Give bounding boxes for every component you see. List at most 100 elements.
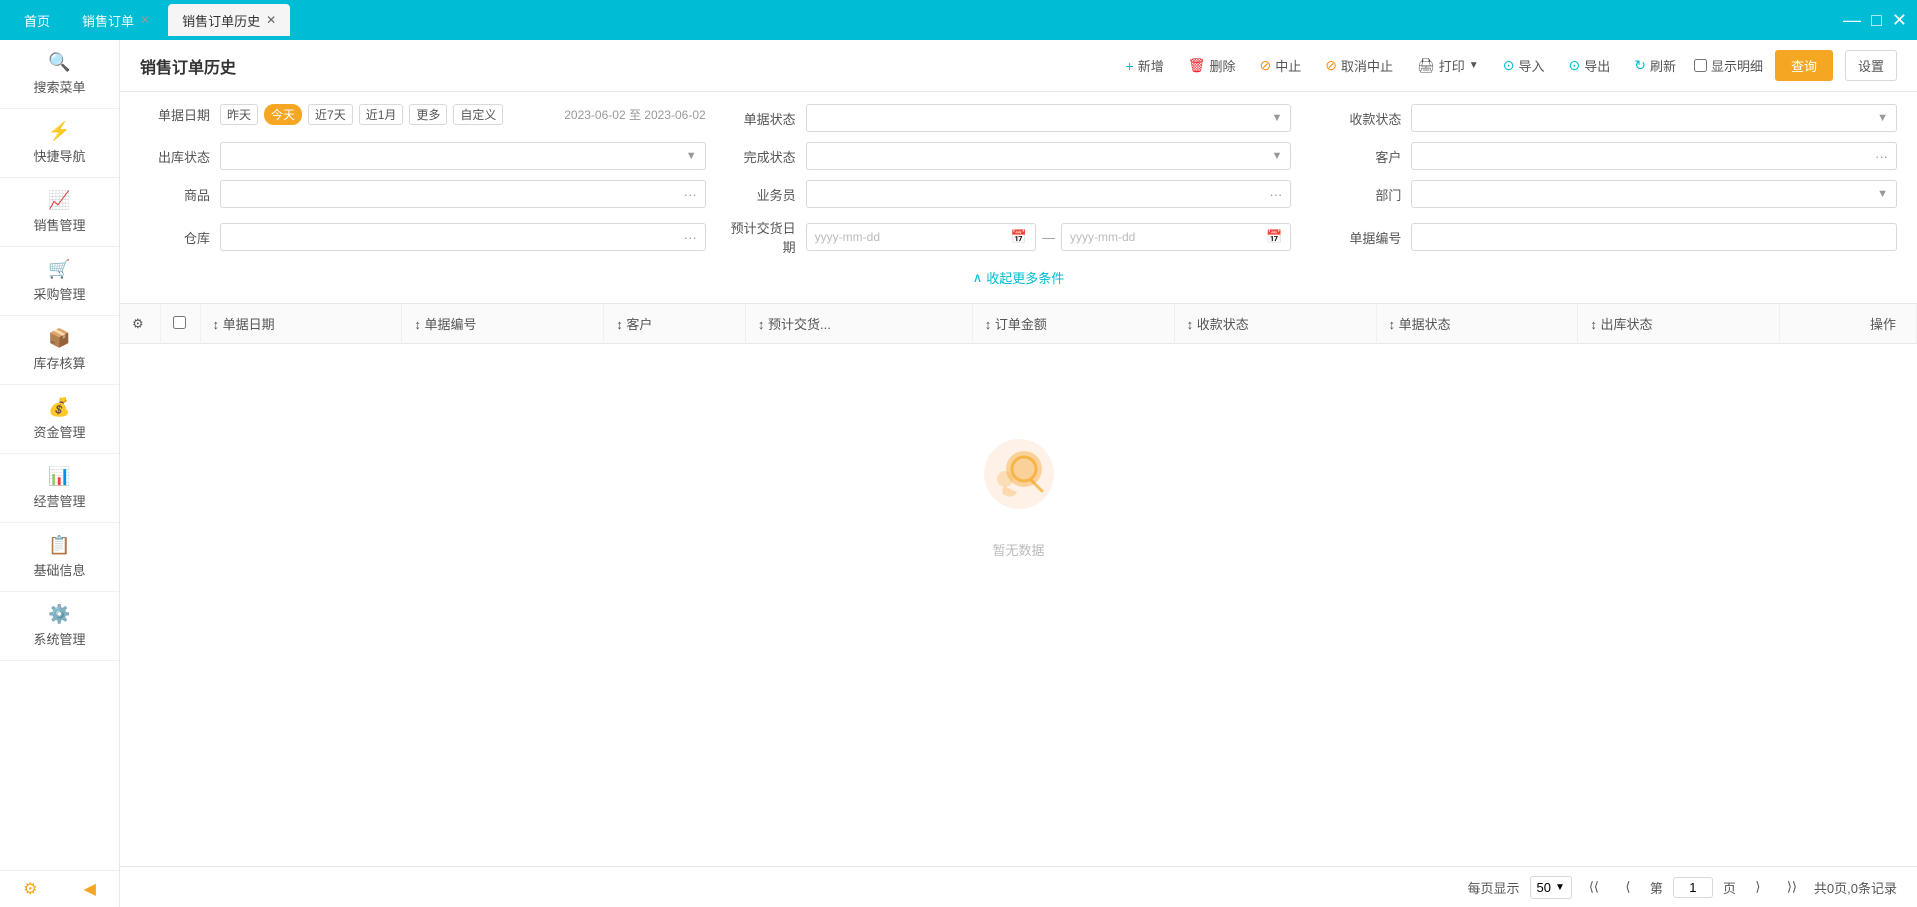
sidebar-item-search-menu-label: 搜索菜单	[33, 77, 85, 96]
th-date-label: 单据日期	[223, 317, 275, 332]
sidebar-item-finance[interactable]: 💰 资金管理	[0, 385, 119, 454]
settings-bottom-icon[interactable]: ⚙	[23, 879, 37, 899]
date-btn-more[interactable]: 更多	[409, 104, 447, 125]
order-status-arrow-icon: ▼	[1271, 112, 1282, 124]
display-detail-input[interactable]	[1694, 59, 1707, 72]
th-delivery[interactable]: ↕ 预计交货...	[745, 304, 972, 344]
complete-status-label: 完成状态	[726, 147, 806, 166]
order-status-select[interactable]: ▼	[806, 104, 1292, 132]
stop-button[interactable]: ⊘ 中止	[1254, 52, 1308, 79]
export-button[interactable]: ⊙ 导出	[1562, 52, 1616, 79]
th-order-status-label: 单据状态	[1399, 317, 1451, 332]
th-customer[interactable]: ↕ 客户	[604, 304, 746, 344]
collapse-up-icon: ∧	[973, 270, 983, 286]
import-icon: ⊙	[1503, 57, 1515, 74]
quick-nav-icon: ⚡	[48, 121, 70, 142]
th-order-status[interactable]: ↕ 单据状态	[1376, 304, 1578, 344]
refresh-button[interactable]: ↻ 刷新	[1628, 52, 1682, 79]
print-icon: 🖨	[1417, 57, 1435, 74]
sidebar-item-system[interactable]: ⚙️ 系统管理	[0, 592, 119, 661]
date-range: 2023-06-02 至 2023-06-02	[564, 106, 705, 123]
delete-button[interactable]: 🗑 删除	[1182, 52, 1242, 79]
import-label: 导入	[1518, 56, 1544, 75]
cancel-button[interactable]: ⊘ 取消中止	[1319, 52, 1399, 79]
th-settings[interactable]: ⚙	[120, 304, 160, 344]
query-button[interactable]: 查询	[1775, 50, 1833, 81]
date-btn-custom[interactable]: 自定义	[453, 104, 503, 125]
th-action: 操作	[1780, 304, 1917, 344]
order-number-label: 单据编号	[1331, 228, 1411, 247]
sidebar-item-operations[interactable]: 📊 经营管理	[0, 454, 119, 523]
payment-status-select[interactable]: ▼	[1411, 104, 1897, 132]
th-stock-out[interactable]: ↕ 出库状态	[1578, 304, 1780, 344]
tab-home[interactable]: 首页	[10, 4, 64, 36]
select-all-checkbox[interactable]	[173, 316, 186, 329]
pagination: 每页显示 50 ▼ ⟨⟨ ⟨ 第 页 ⟩ ⟩⟩ 共0页,0条记录	[120, 866, 1917, 907]
payment-status-label: 收款状态	[1331, 109, 1411, 128]
finance-icon: 💰	[48, 397, 70, 418]
prev-page-button[interactable]: ⟨	[1616, 875, 1640, 899]
next-page-button[interactable]: ⟩	[1746, 875, 1770, 899]
date-btn-7days[interactable]: 近7天	[308, 104, 353, 125]
salesperson-label: 业务员	[726, 185, 806, 204]
page-input[interactable]	[1673, 877, 1713, 898]
tab-sales-order-close[interactable]: ✕	[140, 13, 150, 27]
import-button[interactable]: ⊙ 导入	[1497, 52, 1551, 79]
maximize-icon[interactable]: □	[1871, 10, 1882, 31]
order-number-input[interactable]	[1411, 223, 1897, 251]
print-button[interactable]: 🖨 打印 ▼	[1411, 52, 1485, 79]
sidebar-item-basic-info[interactable]: 📋 基础信息	[0, 523, 119, 592]
sidebar: 🔍 搜索菜单 ⚡ 快捷导航 📈 销售管理 🛒 采购管理 📦 库存核算 💰 资金管…	[0, 40, 120, 907]
cancel-icon: ⊘	[1325, 57, 1337, 74]
settings-button[interactable]: 设置	[1845, 50, 1897, 81]
goods-input[interactable]: ···	[220, 180, 706, 208]
tab-sales-order-history[interactable]: 销售订单历史 ✕	[168, 4, 290, 36]
first-page-button[interactable]: ⟨⟨	[1582, 875, 1606, 899]
stock-out-label: 出库状态	[140, 147, 220, 166]
th-amount[interactable]: ↕ 订单金额	[972, 304, 1174, 344]
per-page-select[interactable]: 50 ▼	[1530, 876, 1572, 899]
th-checkbox[interactable]	[160, 304, 200, 344]
page-label: 第	[1650, 878, 1663, 897]
collapse-sidebar-icon[interactable]: ◀	[84, 879, 96, 899]
warehouse-input[interactable]: ···	[220, 223, 706, 251]
close-icon[interactable]: ✕	[1892, 10, 1907, 31]
date-separator: —	[1042, 230, 1055, 245]
display-detail-label: 显示明细	[1711, 56, 1763, 75]
tab-sales-order-history-close[interactable]: ✕	[266, 13, 276, 27]
sidebar-item-search-menu[interactable]: 🔍 搜索菜单	[0, 40, 119, 109]
sidebar-bottom: ⚙ ◀	[0, 870, 119, 907]
order-status-label: 单据状态	[726, 109, 806, 128]
th-delivery-label: 预计交货...	[768, 317, 831, 332]
collapse-button[interactable]: ∧ 收起更多条件	[140, 264, 1897, 291]
new-button[interactable]: + 新增	[1120, 52, 1170, 79]
export-icon: ⊙	[1568, 57, 1580, 74]
th-payment[interactable]: ↕ 收款状态	[1174, 304, 1376, 344]
th-number[interactable]: ↕ 单据编号	[402, 304, 604, 344]
complete-status-select[interactable]: ▼	[806, 142, 1292, 170]
sidebar-item-quick-nav-label: 快捷导航	[33, 146, 85, 165]
date-btn-today[interactable]: 今天	[264, 104, 302, 125]
department-select[interactable]: ▼	[1411, 180, 1897, 208]
customer-label: 客户	[1331, 147, 1411, 166]
th-date[interactable]: ↕ 单据日期	[200, 304, 402, 344]
sidebar-item-inventory[interactable]: 📦 库存核算	[0, 316, 119, 385]
stock-out-select[interactable]: ▼	[220, 142, 706, 170]
sidebar-item-quick-nav[interactable]: ⚡ 快捷导航	[0, 109, 119, 178]
sidebar-item-sales-mgmt[interactable]: 📈 销售管理	[0, 178, 119, 247]
delivery-date-start-input[interactable]: yyyy-mm-dd 📅	[806, 223, 1036, 251]
last-page-button[interactable]: ⟩⟩	[1780, 875, 1804, 899]
delivery-date-end-input[interactable]: yyyy-mm-dd 📅	[1061, 223, 1291, 251]
sidebar-item-operations-label: 经营管理	[33, 491, 85, 510]
payment-status-arrow-icon: ▼	[1877, 112, 1888, 124]
tab-sales-order-history-label: 销售订单历史	[182, 11, 260, 30]
minimize-icon[interactable]: —	[1843, 10, 1861, 31]
sidebar-item-purchase-mgmt[interactable]: 🛒 采购管理	[0, 247, 119, 316]
date-btn-yesterday[interactable]: 昨天	[220, 104, 258, 125]
salesperson-input[interactable]: ···	[806, 180, 1292, 208]
date-btn-1month[interactable]: 近1月	[359, 104, 404, 125]
display-detail-checkbox[interactable]: 显示明细	[1694, 56, 1763, 75]
tab-sales-order[interactable]: 销售订单 ✕	[68, 4, 164, 36]
customer-input[interactable]: ···	[1411, 142, 1897, 170]
main-layout: 🔍 搜索菜单 ⚡ 快捷导航 📈 销售管理 🛒 采购管理 📦 库存核算 💰 资金管…	[0, 40, 1917, 907]
